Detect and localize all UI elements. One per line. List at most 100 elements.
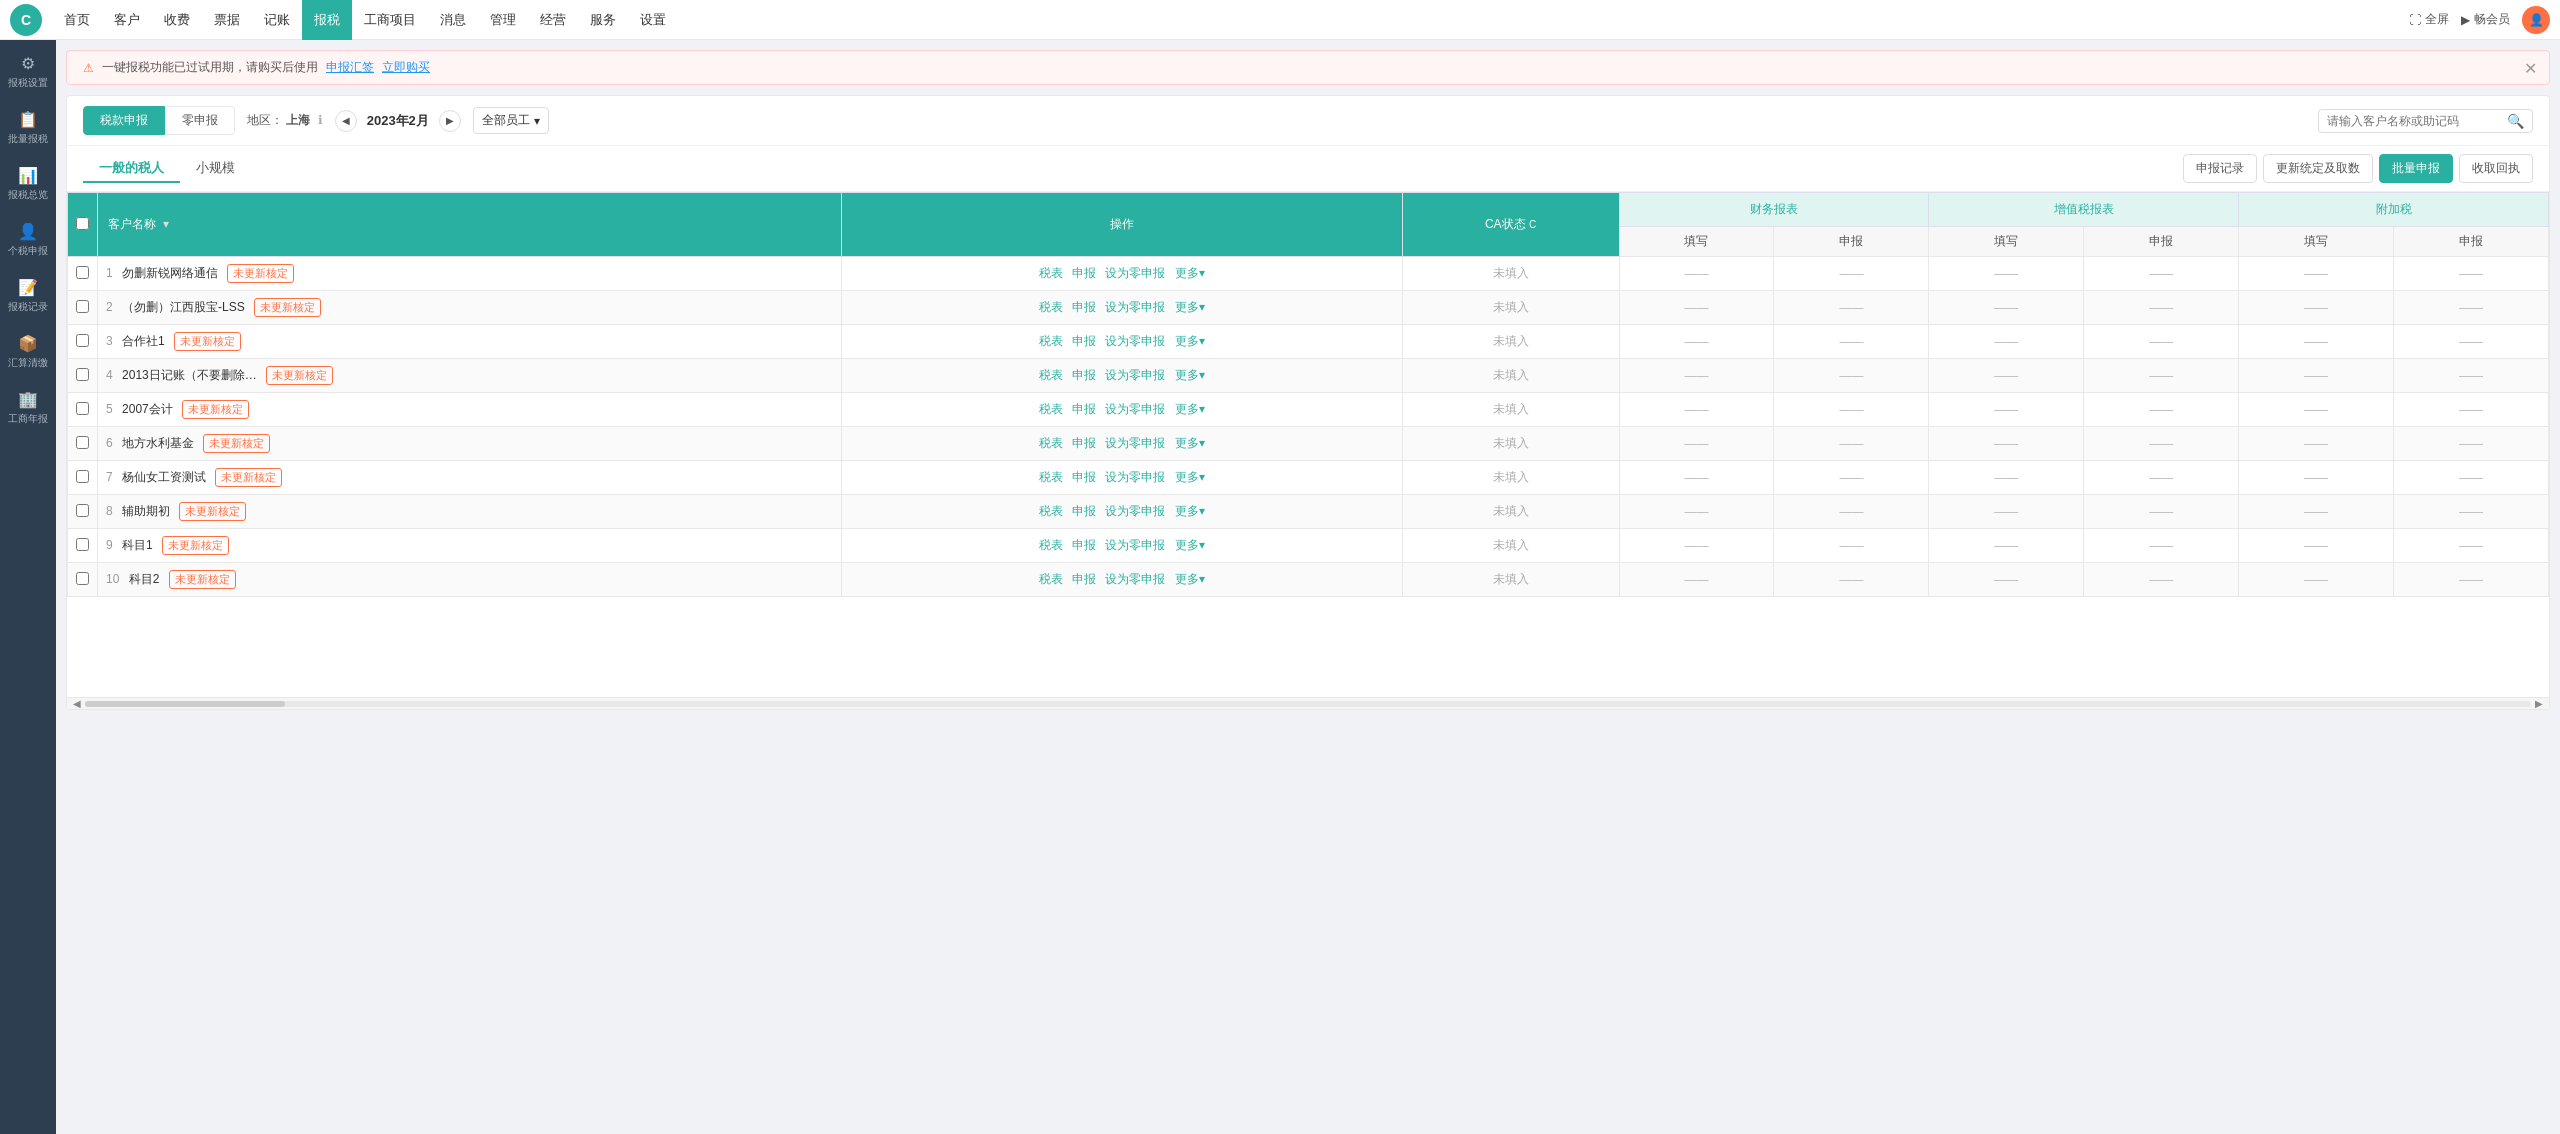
nav-item-manage[interactable]: 管理 xyxy=(478,0,528,40)
op-tax-form[interactable]: 税表 xyxy=(1039,436,1063,450)
op-declare[interactable]: 申报 xyxy=(1072,334,1096,348)
op-zero-declare[interactable]: 设为零申报 xyxy=(1105,504,1165,518)
batch-report-btn[interactable]: 批量申报 xyxy=(2379,154,2453,183)
op-zero-declare[interactable]: 设为零申报 xyxy=(1105,334,1165,348)
sidebar-item-tax-settings[interactable]: ⚙ 报税设置 xyxy=(0,44,56,100)
op-tax-form[interactable]: 税表 xyxy=(1039,300,1063,314)
op-more[interactable]: 更多▾ xyxy=(1175,470,1205,484)
op-tax-form[interactable]: 税表 xyxy=(1039,470,1063,484)
op-declare[interactable]: 申报 xyxy=(1072,572,1096,586)
nav-item-business[interactable]: 工商项目 xyxy=(352,0,428,40)
op-declare[interactable]: 申报 xyxy=(1072,300,1096,314)
fullscreen-btn[interactable]: ⛶ 全屏 xyxy=(2409,11,2449,28)
avatar[interactable]: 👤 xyxy=(2522,6,2550,34)
op-more[interactable]: 更多▾ xyxy=(1175,334,1205,348)
row-checkbox-5[interactable] xyxy=(76,402,89,415)
nav-item-fee[interactable]: 收费 xyxy=(152,0,202,40)
op-zero-declare[interactable]: 设为零申报 xyxy=(1105,300,1165,314)
sidebar-item-tax-overview[interactable]: 📊 报税总览 xyxy=(0,156,56,212)
row-checkbox-9[interactable] xyxy=(76,538,89,551)
op-zero-declare[interactable]: 设为零申报 xyxy=(1105,266,1165,280)
op-more[interactable]: 更多▾ xyxy=(1175,436,1205,450)
sidebar-item-annual-report[interactable]: 🏢 工商年报 xyxy=(0,380,56,436)
buy-link[interactable]: 立即购买 xyxy=(382,59,430,76)
search-container: 🔍 xyxy=(2318,109,2533,133)
op-zero-declare[interactable]: 设为零申报 xyxy=(1105,436,1165,450)
row-checkbox-2[interactable] xyxy=(76,300,89,313)
status-badge: 未更新核定 xyxy=(215,468,282,487)
select-all-checkbox[interactable] xyxy=(76,217,89,230)
op-declare[interactable]: 申报 xyxy=(1072,368,1096,382)
row-checkbox-10[interactable] xyxy=(76,572,89,585)
sidebar-item-tax-records[interactable]: 📝 报税记录 xyxy=(0,268,56,324)
op-more[interactable]: 更多▾ xyxy=(1175,504,1205,518)
op-more[interactable]: 更多▾ xyxy=(1175,572,1205,586)
tab-tax-declaration[interactable]: 税款申报 xyxy=(83,106,165,135)
op-zero-declare[interactable]: 设为零申报 xyxy=(1105,402,1165,416)
tab-general-taxpayer[interactable]: 一般的税人 xyxy=(83,155,180,183)
next-month-btn[interactable]: ▶ xyxy=(439,110,461,132)
row-num: 5 xyxy=(106,402,113,416)
op-declare[interactable]: 申报 xyxy=(1072,504,1096,518)
sort-icon[interactable]: ▾ xyxy=(163,217,169,231)
op-tax-form[interactable]: 税表 xyxy=(1039,504,1063,518)
op-tax-form[interactable]: 税表 xyxy=(1039,334,1063,348)
op-more[interactable]: 更多▾ xyxy=(1175,402,1205,416)
op-declare[interactable]: 申报 xyxy=(1072,470,1096,484)
op-more[interactable]: 更多▾ xyxy=(1175,300,1205,314)
update-data-btn[interactable]: 更新统定及取数 xyxy=(2263,154,2373,183)
op-tax-form[interactable]: 税表 xyxy=(1039,402,1063,416)
nav-item-account[interactable]: 记账 xyxy=(252,0,302,40)
op-more[interactable]: 更多▾ xyxy=(1175,538,1205,552)
op-declare[interactable]: 申报 xyxy=(1072,402,1096,416)
banner-close-btn[interactable]: ✕ xyxy=(2524,58,2537,77)
op-zero-declare[interactable]: 设为零申报 xyxy=(1105,572,1165,586)
scroll-right-arrow[interactable]: ▶ xyxy=(2535,698,2543,709)
batch-tax-icon: 📋 xyxy=(18,110,38,129)
tab-zero-declaration[interactable]: 零申报 xyxy=(165,106,235,135)
row-checkbox-6[interactable] xyxy=(76,436,89,449)
sidebar-item-batch-tax[interactable]: 📋 批量报税 xyxy=(0,100,56,156)
op-more[interactable]: 更多▾ xyxy=(1175,368,1205,382)
search-icon[interactable]: 🔍 xyxy=(2507,113,2524,129)
staff-select[interactable]: 全部员工 ▾ xyxy=(473,107,549,134)
report-link[interactable]: 申报汇签 xyxy=(326,59,374,76)
row-checkbox-7[interactable] xyxy=(76,470,89,483)
op-zero-declare[interactable]: 设为零申报 xyxy=(1105,368,1165,382)
row-checkbox-1[interactable] xyxy=(76,266,89,279)
op-tax-form[interactable]: 税表 xyxy=(1039,572,1063,586)
nav-item-home[interactable]: 首页 xyxy=(52,0,102,40)
op-tax-form[interactable]: 税表 xyxy=(1039,266,1063,280)
nav-item-service[interactable]: 服务 xyxy=(578,0,628,40)
op-tax-form[interactable]: 税表 xyxy=(1039,368,1063,382)
row-checkbox-4[interactable] xyxy=(76,368,89,381)
sidebar-item-annual-settlement[interactable]: 📦 汇算清缴 xyxy=(0,324,56,380)
op-tax-form[interactable]: 税表 xyxy=(1039,538,1063,552)
op-declare[interactable]: 申报 xyxy=(1072,436,1096,450)
op-declare[interactable]: 申报 xyxy=(1072,538,1096,552)
op-zero-declare[interactable]: 设为零申报 xyxy=(1105,538,1165,552)
tab-small-scale[interactable]: 小规模 xyxy=(180,155,251,183)
report-records-btn[interactable]: 申报记录 xyxy=(2183,154,2257,183)
collect-receipt-btn[interactable]: 收取回执 xyxy=(2459,154,2533,183)
top-nav: C 首页 客户 收费 票据 记账 报税 工商项目 消息 管理 经营 服务 设置 … xyxy=(0,0,2560,40)
nav-item-settings[interactable]: 设置 xyxy=(628,0,678,40)
nav-item-client[interactable]: 客户 xyxy=(102,0,152,40)
nav-item-operation[interactable]: 经营 xyxy=(528,0,578,40)
nav-item-ticket[interactable]: 票据 xyxy=(202,0,252,40)
tax-settings-icon: ⚙ xyxy=(21,54,35,73)
sidebar-item-personal-tax[interactable]: 👤 个税申报 xyxy=(0,212,56,268)
op-declare[interactable]: 申报 xyxy=(1072,266,1096,280)
op-zero-declare[interactable]: 设为零申报 xyxy=(1105,470,1165,484)
search-input[interactable] xyxy=(2327,114,2507,128)
vip-btn[interactable]: ▶ 畅会员 xyxy=(2461,11,2510,28)
horizontal-scrollbar[interactable]: ◀ ▶ xyxy=(67,697,2549,709)
row-checkbox-8[interactable] xyxy=(76,504,89,517)
client-name: 地方水利基金 xyxy=(122,436,194,450)
prev-month-btn[interactable]: ◀ xyxy=(335,110,357,132)
row-checkbox-3[interactable] xyxy=(76,334,89,347)
scroll-left-arrow[interactable]: ◀ xyxy=(73,698,81,709)
nav-item-message[interactable]: 消息 xyxy=(428,0,478,40)
nav-item-tax[interactable]: 报税 xyxy=(302,0,352,40)
op-more[interactable]: 更多▾ xyxy=(1175,266,1205,280)
